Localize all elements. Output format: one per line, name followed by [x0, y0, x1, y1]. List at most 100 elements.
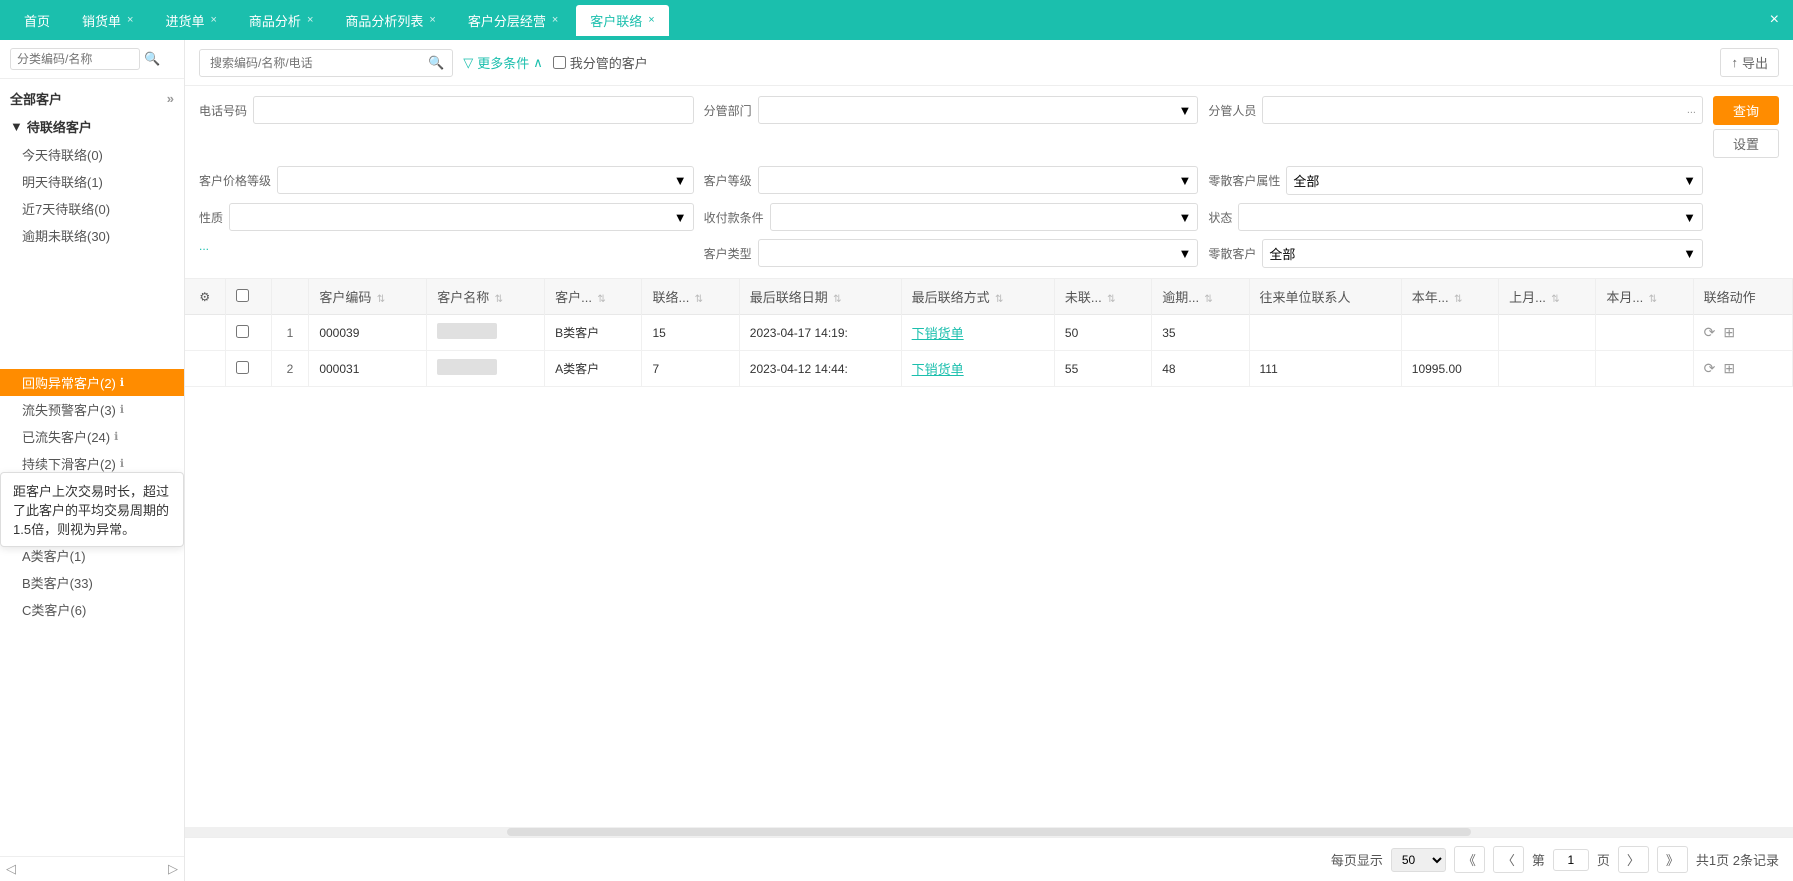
tab-purchase[interactable]: 进货单 ×: [151, 5, 230, 36]
filter-payment-select[interactable]: ▼: [770, 203, 1199, 231]
more-conditions-toggle[interactable]: ▽ 更多条件 ∧: [463, 53, 543, 72]
tab-analysis-list-close[interactable]: ×: [429, 14, 435, 26]
sidebar-item-lost[interactable]: 已流失客户(24) ℹ: [0, 423, 184, 450]
table-row: 2 000031 A类客户 7 2023-04-12 14:44: 下销货单 5…: [185, 351, 1793, 387]
filter-person-more[interactable]: ...: [1687, 104, 1696, 116]
sidebar-item-7days[interactable]: 近7天待联络(0): [0, 195, 184, 222]
prev-page-button[interactable]: 〈: [1493, 846, 1524, 873]
my-customers-checkbox[interactable]: [553, 56, 566, 69]
row1-last-method[interactable]: 下销货单: [901, 315, 1054, 351]
filter-price-level-select[interactable]: ▼: [277, 166, 694, 194]
export-button[interactable]: ↑ 导出: [1720, 48, 1779, 77]
window-close-icon[interactable]: ×: [1770, 11, 1779, 29]
sidebar-item-c-class[interactable]: C类客户(6): [0, 596, 184, 623]
row1-last-method-link[interactable]: 下销货单: [912, 326, 964, 341]
col-this-year[interactable]: 本年... ⇅: [1401, 279, 1498, 315]
filter-customer-type-select[interactable]: ▼: [758, 239, 1199, 267]
tab-customer-contact-close[interactable]: ×: [648, 14, 654, 26]
row1-more-icon[interactable]: ⊞: [1723, 324, 1735, 341]
filter-scattered-attr-select[interactable]: 全部▼: [1286, 166, 1703, 195]
tab-sales-close[interactable]: ×: [127, 14, 133, 26]
row1-code[interactable]: 000039: [309, 315, 427, 351]
row1-last-month: [1499, 315, 1596, 351]
settings-button[interactable]: 设置: [1713, 129, 1779, 158]
last-page-button[interactable]: 》: [1657, 846, 1688, 873]
sidebar-item-overdue[interactable]: 逾期未联络(30): [0, 222, 184, 249]
filter-customer-level-select[interactable]: ▼: [758, 166, 1199, 194]
sidebar-item-today[interactable]: 今天待联络(0): [0, 141, 184, 168]
filter-person-select[interactable]: ...: [1262, 96, 1703, 124]
row2-settings[interactable]: [185, 351, 225, 387]
tab-customer-mgmt-close[interactable]: ×: [552, 14, 558, 26]
row1-name[interactable]: [427, 315, 545, 351]
toolbar-search-button[interactable]: 🔍: [420, 50, 452, 76]
tab-analysis[interactable]: 商品分析 ×: [235, 5, 327, 36]
tab-analysis-list[interactable]: 商品分析列表 ×: [331, 5, 449, 36]
row1-contacts: 15: [642, 315, 739, 351]
col-contacts[interactable]: 联络... ⇅: [642, 279, 739, 315]
sidebar-group-waiting-label: 待联络客户: [27, 117, 92, 136]
col-last-month[interactable]: 上月... ⇅: [1499, 279, 1596, 315]
tab-sales[interactable]: 销货单 ×: [68, 5, 147, 36]
row2-more-icon[interactable]: ⊞: [1723, 360, 1735, 377]
row1-contact-icon[interactable]: ⟳: [1704, 324, 1716, 341]
per-page-select[interactable]: 50 100 200: [1391, 848, 1446, 872]
toolbar-search-input[interactable]: [200, 51, 420, 75]
sidebar-item-warning[interactable]: 流失预警客户(3) ℹ: [0, 396, 184, 423]
sidebar-collapse-icon[interactable]: »: [167, 91, 174, 106]
filter-dept-select[interactable]: ▼: [758, 96, 1199, 124]
page-input[interactable]: [1553, 849, 1589, 871]
sidebar-bottom: ◁ ▷: [0, 856, 184, 881]
col-level[interactable]: 客户... ⇅: [545, 279, 642, 315]
col-overdue[interactable]: 逾期... ⇅: [1152, 279, 1249, 315]
sidebar-item-abnormal[interactable]: 回购异常客户(2) ℹ: [0, 369, 184, 396]
tab-home[interactable]: 首页: [10, 5, 64, 36]
pagination: 每页显示 50 100 200 《 〈 第 页 〉 》 共1页 2条记录: [185, 837, 1793, 881]
next-page-button[interactable]: 〉: [1618, 846, 1649, 873]
row2-contact-icon[interactable]: ⟳: [1704, 360, 1716, 377]
tab-customer-mgmt[interactable]: 客户分层经营 ×: [454, 5, 572, 36]
tooltip-box: 距客户上次交易时长，超过了此客户的平均交易周期的1.5倍，则视为异常。: [0, 472, 184, 547]
sidebar-group-waiting[interactable]: ▼ 待联络客户: [0, 112, 184, 141]
tab-purchase-close[interactable]: ×: [210, 14, 216, 26]
col-settings[interactable]: ⚙: [185, 279, 225, 315]
row1-select-checkbox[interactable]: [236, 325, 249, 338]
sidebar: 🔍 全部客户 » ▼ 待联络客户 今天待联络(0) 明天待联络(1) 近7天待联…: [0, 40, 185, 881]
filter-nature-select[interactable]: ▼: [229, 203, 694, 231]
select-all-checkbox[interactable]: [236, 289, 249, 302]
row1-settings[interactable]: [185, 315, 225, 351]
horizontal-scrollbar[interactable]: [185, 827, 1793, 837]
row2-code[interactable]: 000031: [309, 351, 427, 387]
first-page-button[interactable]: 《: [1454, 846, 1485, 873]
row2-last-method[interactable]: 下销货单: [901, 351, 1054, 387]
sidebar-item-b-class[interactable]: B类客户(33): [0, 569, 184, 596]
sidebar-left-arrow[interactable]: ◁: [6, 861, 16, 877]
sidebar-right-arrow[interactable]: ▷: [168, 861, 178, 877]
col-name[interactable]: 客户名称 ⇅: [427, 279, 545, 315]
sidebar-search-input[interactable]: [10, 48, 140, 70]
tab-home-label: 首页: [24, 11, 50, 30]
filter-expand-more[interactable]: ...: [199, 239, 209, 253]
col-this-month[interactable]: 本月... ⇅: [1596, 279, 1693, 315]
sidebar-all-customers[interactable]: 全部客户 »: [0, 85, 184, 112]
filter-status-select[interactable]: ▼: [1238, 203, 1703, 231]
main-layout: 🔍 全部客户 » ▼ 待联络客户 今天待联络(0) 明天待联络(1) 近7天待联…: [0, 40, 1793, 881]
row2-name[interactable]: [427, 351, 545, 387]
sidebar-item-tomorrow[interactable]: 明天待联络(1): [0, 168, 184, 195]
col-last-date[interactable]: 最后联络日期 ⇅: [739, 279, 901, 315]
total-label: 共1页 2条记录: [1696, 850, 1779, 869]
query-button[interactable]: 查询: [1713, 96, 1779, 125]
tab-customer-contact[interactable]: 客户联络 ×: [576, 5, 668, 36]
col-uncontacted[interactable]: 未联... ⇅: [1054, 279, 1151, 315]
col-code[interactable]: 客户编码 ⇅: [309, 279, 427, 315]
filter-phone-input[interactable]: [253, 96, 694, 124]
row2-last-method-link[interactable]: 下销货单: [912, 362, 964, 377]
tab-analysis-close[interactable]: ×: [307, 14, 313, 26]
row2-select-checkbox[interactable]: [236, 361, 249, 374]
top-nav: 首页 销货单 × 进货单 × 商品分析 × 商品分析列表 × 客户分层经营 × …: [0, 0, 1793, 40]
sidebar-search-icon[interactable]: 🔍: [144, 51, 160, 67]
col-contact-person[interactable]: 往来单位联系人: [1249, 279, 1401, 315]
col-last-method[interactable]: 最后联络方式 ⇅: [901, 279, 1054, 315]
filter-scattered-customer-select[interactable]: 全部▼: [1262, 239, 1703, 268]
scroll-track[interactable]: [507, 828, 1472, 836]
